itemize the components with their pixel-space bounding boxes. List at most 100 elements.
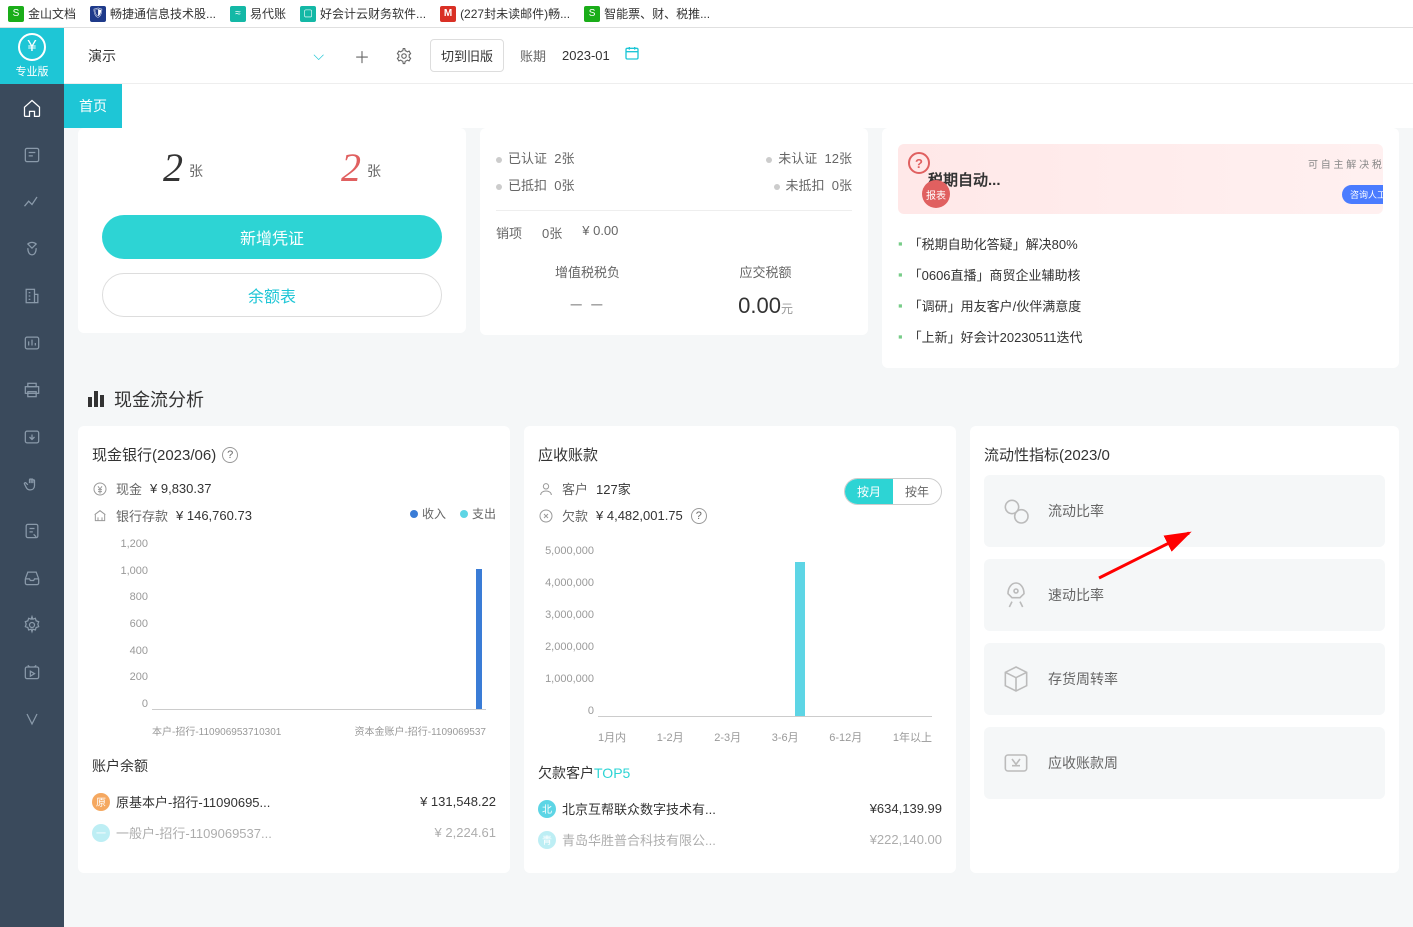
invoice-label: 未认证 [778, 151, 817, 166]
sale-label: 销项 [496, 223, 522, 242]
owe-value: ¥ 4,482,001.75 [596, 508, 683, 523]
panel-title-text: 现金银行(2023/06) [92, 444, 216, 465]
bookmark-icon: ▢ [300, 6, 316, 22]
account-row[interactable]: 原 原基本户-招行-11090695... ¥ 131,548.22 [92, 786, 496, 817]
period-toggle[interactable]: 按月 按年 [844, 478, 942, 505]
nav-settings-icon[interactable] [0, 601, 64, 648]
user-icon [538, 481, 554, 497]
bank-label: 银行存款 [116, 506, 168, 525]
nav-receipt-icon[interactable] [0, 507, 64, 554]
unit-label: 张 [189, 161, 203, 191]
customer-label: 客户 [562, 479, 588, 498]
logo-icon: ¥ [18, 33, 46, 61]
nav-building-icon[interactable] [0, 272, 64, 319]
news-item[interactable]: 「0606直播」商贸企业辅助核 [898, 259, 1383, 290]
top5-title: 欠款客户TOP5 [538, 763, 942, 783]
cash-value: ¥ 9,830.37 [150, 481, 211, 496]
help-icon[interactable]: ? [691, 508, 707, 524]
nav-inbox-icon[interactable] [0, 554, 64, 601]
top-customer-row[interactable]: 青 青岛华胜普合科技有限公... ¥222,140.00 [538, 824, 942, 855]
top-customer-row[interactable]: 北 北京互帮联众数字技术有... ¥634,139.99 [538, 793, 942, 824]
period-label: 账期 [520, 46, 546, 65]
switch-old-button[interactable]: 切到旧版 [430, 39, 504, 72]
nav-report-icon[interactable] [0, 319, 64, 366]
customer-badge: 北 [538, 800, 556, 818]
logo-text: 专业版 [16, 63, 49, 79]
liquidity-tile[interactable]: 流动比率 [984, 475, 1385, 547]
bookmark-label: (227封未读邮件)畅... [460, 5, 570, 22]
paytax-value: 0.00 [738, 293, 781, 318]
liquidity-tile[interactable]: 速动比率 [984, 559, 1385, 631]
account-row[interactable]: 一 一般户-招行-1109069537... ¥ 2,224.61 [92, 817, 496, 848]
new-voucher-button[interactable]: 新增凭证 [102, 215, 442, 259]
chart-bar [795, 562, 805, 716]
bookmark-label: 畅捷通信息技术股... [110, 5, 216, 22]
promo-banner[interactable]: ? 税期自动... 可 自 主 解 决 税 期 8 0 % 报表 咨询人工可 [898, 144, 1383, 214]
customer-value: ¥222,140.00 [870, 832, 942, 847]
invoice-label: 未抵扣 [786, 178, 825, 193]
balance-sheet-button[interactable]: 余额表 [102, 273, 442, 317]
liquidity-tile[interactable]: 应收账款周 [984, 727, 1385, 799]
nav-print-icon[interactable] [0, 366, 64, 413]
bookmark-icon: S [584, 6, 600, 22]
news-item[interactable]: 「调研」用友客户/伙伴满意度 [898, 290, 1383, 321]
bookmark-label: 好会计云财务软件... [320, 5, 426, 22]
nav-hand-icon[interactable] [0, 460, 64, 507]
main: 演示 ⌵ ＋ 切到旧版 账期 2023-01 首页 2张 2张 [64, 28, 1413, 927]
vat-label: 增值税税负 [555, 262, 620, 281]
bookmark-icon: M [440, 6, 456, 22]
tile-label: 应收账款周 [1048, 753, 1118, 773]
nav-voucher-icon[interactable] [0, 131, 64, 178]
cash-chart: 1,2001,0008006004002000 本户-招行-1109069537… [92, 538, 496, 738]
toggle-year[interactable]: 按年 [893, 479, 941, 504]
chevron-down-icon: ⌵ [313, 47, 324, 64]
company-dropdown[interactable]: 演示 ⌵ [76, 38, 336, 74]
invoice-label: 已抵扣 [508, 178, 547, 193]
unit-label: 张 [367, 161, 381, 191]
banner-blue-tag: 咨询人工可 [1342, 185, 1383, 204]
bookmark-item[interactable]: ▢好会计云财务软件... [300, 5, 426, 22]
invoice-value: 0张 [832, 178, 852, 193]
customer-name: 北京互帮联众数字技术有... [562, 799, 870, 818]
nav-chart-icon[interactable] [0, 178, 64, 225]
nav-download-icon[interactable] [0, 413, 64, 460]
rocket-icon [998, 577, 1034, 613]
account-value: ¥ 131,548.22 [420, 794, 496, 809]
invoice-value: 12张 [825, 151, 852, 166]
sale-amount: ¥ 0.00 [582, 223, 618, 242]
news-item[interactable]: 「上新」好会计20230511迭代 [898, 321, 1383, 352]
bookmark-item[interactable]: M(227封未读邮件)畅... [440, 5, 570, 22]
gear-icon[interactable] [388, 40, 420, 72]
tab-home[interactable]: 首页 [64, 84, 122, 128]
ar-panel: 应收账款 客户 127家 欠款 ¥ 4,482,001.75 ? [524, 426, 956, 873]
nav-video-icon[interactable] [0, 648, 64, 695]
bookmark-icon: S [8, 6, 24, 22]
bookmark-item[interactable]: 🛡畅捷通信息技术股... [90, 5, 216, 22]
account-balance-title: 账户余额 [92, 756, 496, 776]
nav-v-icon[interactable] [0, 695, 64, 742]
help-icon[interactable]: ? [222, 447, 238, 463]
banner-red-tag: 报表 [922, 180, 950, 208]
section-title-text: 现金流分析 [114, 386, 204, 412]
calendar-icon[interactable] [624, 45, 640, 66]
ratio-icon [998, 493, 1034, 529]
bookmark-item[interactable]: ≈易代账 [230, 5, 286, 22]
liquidity-panel: 流动性指标(2023/0 流动比率 速动比率 存货周转率 [970, 426, 1399, 873]
bookmark-item[interactable]: S智能票、财、税推... [584, 5, 710, 22]
paytax-label: 应交税额 [738, 262, 793, 281]
liquidity-tile[interactable]: 存货周转率 [984, 643, 1385, 715]
nav-money-icon[interactable] [0, 225, 64, 272]
banner-sub: 可 自 主 解 决 税 期 8 0 % [1308, 156, 1383, 171]
add-button[interactable]: ＋ [346, 40, 378, 72]
tile-label: 流动比率 [1048, 501, 1104, 521]
logo[interactable]: ¥ 专业版 [0, 28, 64, 84]
customer-name: 青岛华胜普合科技有限公... [562, 830, 870, 849]
nav-home-icon[interactable] [0, 84, 64, 131]
account-value: ¥ 2,224.61 [435, 825, 496, 840]
account-badge: 一 [92, 824, 110, 842]
bookmark-label: 智能票、财、税推... [604, 5, 710, 22]
news-item[interactable]: 「税期自助化答疑」解决80% [898, 228, 1383, 259]
toggle-month[interactable]: 按月 [845, 479, 893, 504]
bookmark-item[interactable]: S金山文档 [8, 5, 76, 22]
cashflow-section-title: 现金流分析 [64, 368, 1413, 426]
